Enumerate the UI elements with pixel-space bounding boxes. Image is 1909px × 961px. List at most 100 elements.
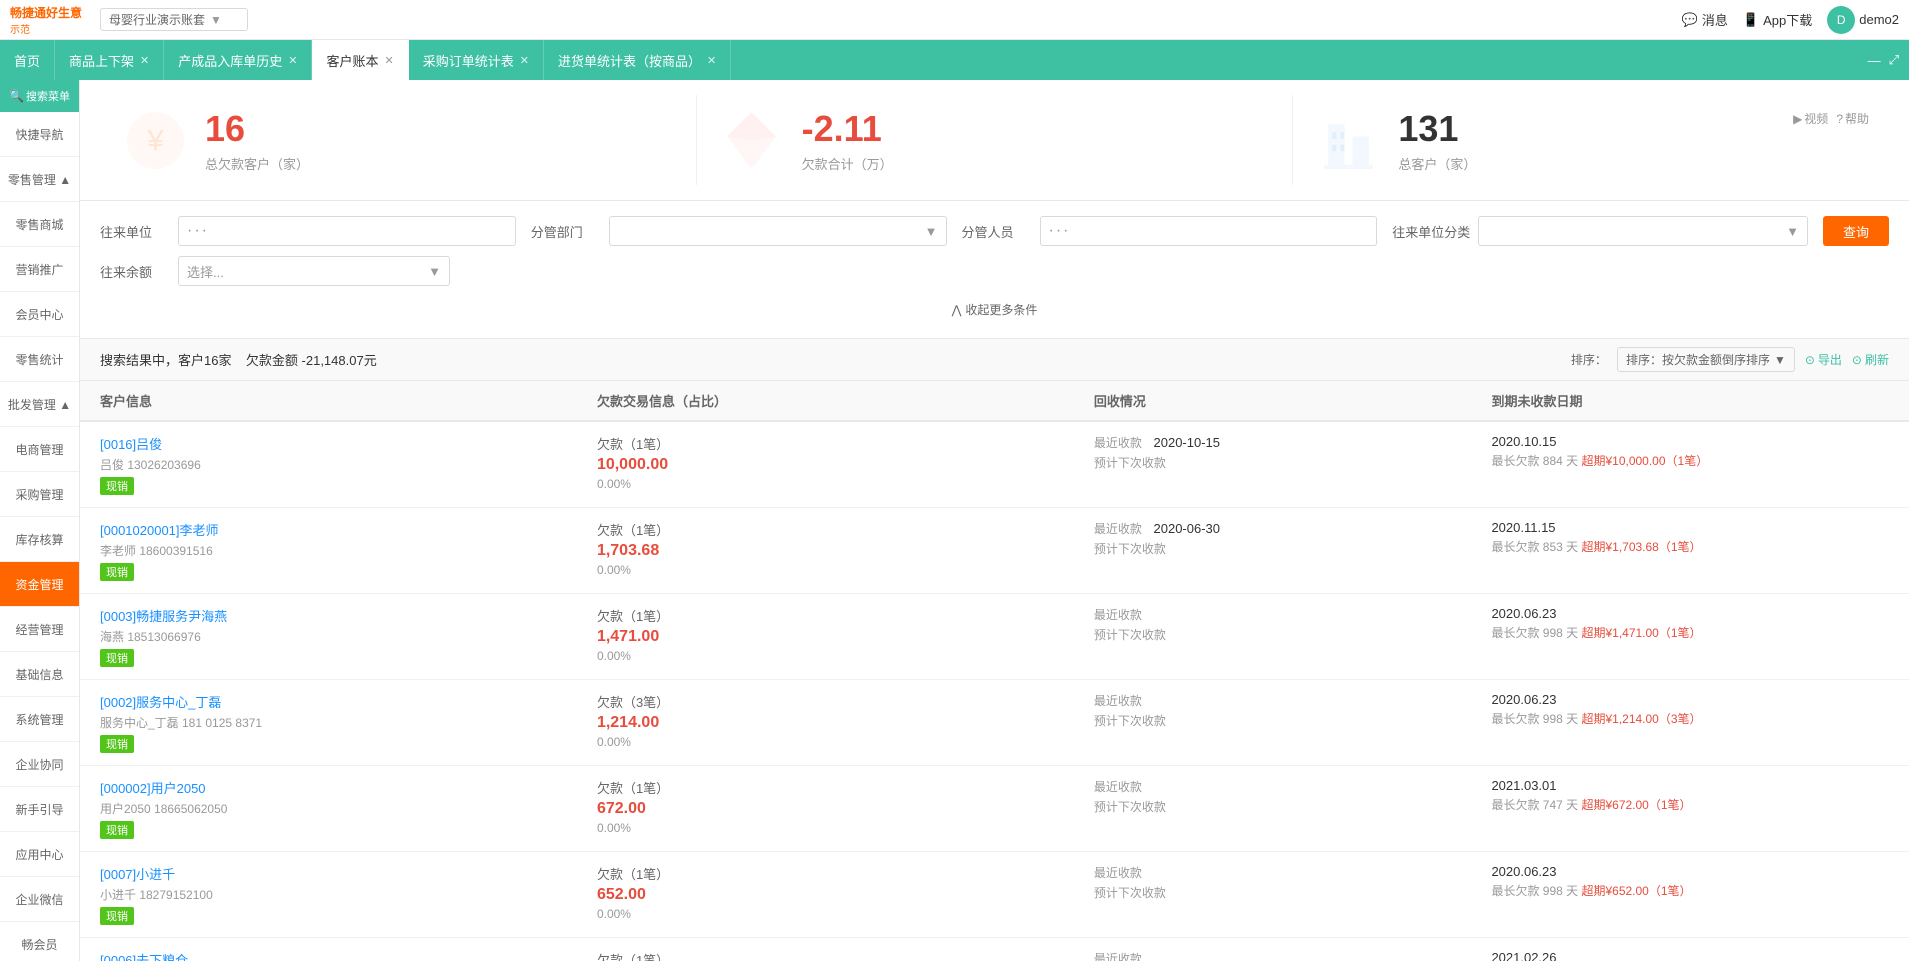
customer-name-1[interactable]: [0001020001]李老师 xyxy=(100,520,597,539)
customer-contact-3: 服务中心_丁磊 181 0125 8371 xyxy=(100,714,597,731)
tab-close-icon[interactable]: ✕ xyxy=(385,54,394,67)
dropdown-icon: ▼ xyxy=(210,13,222,27)
debt-amount-3[interactable]: 1,214.00 xyxy=(597,714,1094,732)
sidebar-item-ecommerce[interactable]: 电商管理 xyxy=(0,427,79,472)
result-bar: 搜索结果中，客户16家 欠款金额 -21,148.07元 排序： 排序：按欠款金… xyxy=(80,339,1909,381)
stat-card-debtors: ¥ 16 总欠款客户（家） xyxy=(100,95,697,185)
user-avatar-area[interactable]: D demo2 xyxy=(1827,6,1899,34)
debt-amount-0[interactable]: 10,000.00 xyxy=(597,456,1094,474)
tab-close-icon[interactable]: ✕ xyxy=(288,54,297,67)
app-download-btn[interactable]: 📱 App下载 xyxy=(1743,10,1812,29)
unit-classify-input[interactable]: ▼ xyxy=(1478,216,1808,246)
sidebar-item-chang-member[interactable]: 畅会员 xyxy=(0,922,79,961)
tab-close-icon[interactable]: ✕ xyxy=(140,54,149,67)
overdue-link-1[interactable]: 超期¥1,703.68（1笔） xyxy=(1581,540,1701,554)
overdue-link-0[interactable]: 超期¥10,000.00（1笔） xyxy=(1581,454,1708,468)
customer-name-2[interactable]: [0003]畅捷服务尹海燕 xyxy=(100,606,597,625)
stat-icon-building xyxy=(1313,105,1383,175)
system-title-area[interactable]: 母婴行业演示账套 ▼ xyxy=(100,8,248,31)
debt-info-5: 欠款（1笔） 652.00 0.00% xyxy=(597,864,1094,921)
table-row: [0003]畅捷服务尹海燕 海燕 18513066976 现销 欠款（1笔） 1… xyxy=(80,594,1909,680)
sidebar-search[interactable]: 🔍 搜索菜单 xyxy=(0,80,79,112)
recovery-info-2: 最近收款 预计下次收款 xyxy=(1094,606,1492,643)
tab-close-icon[interactable]: ✕ xyxy=(520,54,529,67)
debt-amount-5[interactable]: 652.00 xyxy=(597,886,1094,904)
logo-area: 畅捷通好生意 示范 xyxy=(10,4,90,36)
debt-count-6: 欠款（1笔） xyxy=(597,950,1094,961)
header-debt: 欠款交易信息（占比） xyxy=(597,391,1094,410)
customer-info-6: [0006]去下粮仓 陈小希 现销 xyxy=(100,950,597,961)
sidebar-item-retail-mall[interactable]: 零售商城 xyxy=(0,202,79,247)
debt-amount-1[interactable]: 1,703.68 xyxy=(597,542,1094,560)
unit-classify-dropdown-icon: ▼ xyxy=(1786,224,1799,239)
help-btn[interactable]: ? 帮助 xyxy=(1836,110,1869,127)
refresh-btn[interactable]: ⊙ 刷新 xyxy=(1852,351,1889,368)
tab-home[interactable]: 首页 xyxy=(0,40,55,80)
tab-product-history[interactable]: 产成品入库单历史 ✕ xyxy=(164,40,312,80)
dept-dropdown-icon: ▼ xyxy=(925,224,938,239)
customer-name-0[interactable]: [0016]吕俊 xyxy=(100,434,597,453)
top-right-area: 💬 消息 📱 App下载 D demo2 xyxy=(1682,6,1899,34)
result-info: 搜索结果中，客户16家 欠款金额 -21,148.07元 xyxy=(100,350,377,369)
tab-customer-account[interactable]: 客户账本 ✕ xyxy=(312,40,408,80)
debt-amount-4[interactable]: 672.00 xyxy=(597,800,1094,818)
tab-collapse-icon[interactable]: — xyxy=(1868,53,1881,68)
tab-purchase-order[interactable]: 采购订单统计表 ✕ xyxy=(409,40,544,80)
sort-value: 排序：按欠款金额倒序排序 xyxy=(1626,351,1770,368)
overdue-link-2[interactable]: 超期¥1,471.00（1笔） xyxy=(1581,626,1701,640)
message-btn[interactable]: 💬 消息 xyxy=(1682,10,1728,29)
customer-name-3[interactable]: [0002]服务中心_丁磊 xyxy=(100,692,597,711)
debt-percent-0: 0.00% xyxy=(597,477,1094,491)
header-recovery: 回收情况 xyxy=(1094,391,1492,410)
sort-select[interactable]: 排序：按欠款金额倒序排序 ▼ xyxy=(1617,347,1795,372)
customer-name-5[interactable]: [0007]小进千 xyxy=(100,864,597,883)
search-button[interactable]: 查询 xyxy=(1823,216,1889,246)
tab-expand-icon[interactable]: ⤢ xyxy=(1889,52,1899,68)
source-unit-label: 往来单位 xyxy=(100,222,170,241)
sidebar-item-marketing[interactable]: 营销推广 xyxy=(0,247,79,292)
debt-amount-2[interactable]: 1,471.00 xyxy=(597,628,1094,646)
customer-tag-1: 现销 xyxy=(100,563,134,581)
sidebar-item-new-user-guide[interactable]: 新手引导 xyxy=(0,787,79,832)
debt-info-4: 欠款（1笔） 672.00 0.00% xyxy=(597,778,1094,835)
overdue-link-3[interactable]: 超期¥1,214.00（3笔） xyxy=(1581,712,1701,726)
person-input[interactable]: ··· xyxy=(1040,216,1378,246)
sidebar-item-basic-info[interactable]: 基础信息 xyxy=(0,652,79,697)
stat-card-total-customers: 131 总客户（家） ▶ 视频 ? 帮助 xyxy=(1293,95,1889,185)
recovery-next-0: 预计下次收款 xyxy=(1094,454,1492,471)
table-row: [0001020001]李老师 李老师 18600391516 现销 欠款（1笔… xyxy=(80,508,1909,594)
sidebar-item-app-center[interactable]: 应用中心 xyxy=(0,832,79,877)
sidebar-item-system-mgmt[interactable]: 系统管理 xyxy=(0,697,79,742)
tab-close-icon[interactable]: ✕ xyxy=(707,54,716,67)
sidebar-item-finance[interactable]: 资金管理 xyxy=(0,562,79,607)
balance-input[interactable]: 选择... ▼ xyxy=(178,256,450,286)
sidebar-item-inventory[interactable]: 库存核算 xyxy=(0,517,79,562)
source-unit-input[interactable]: ··· xyxy=(178,216,516,246)
customer-name-6[interactable]: [0006]去下粮仓 xyxy=(100,950,597,961)
sidebar-item-wholesale-mgmt[interactable]: 批发管理 ▲ xyxy=(0,382,79,427)
sidebar-item-quick-nav[interactable]: 快捷导航 xyxy=(0,112,79,157)
stat-icon-money: ¥ xyxy=(120,105,190,175)
tab-incoming-stats[interactable]: 进货单统计表（按商品） ✕ xyxy=(544,40,731,80)
tab-product-listing[interactable]: 商品上下架 ✕ xyxy=(55,40,164,80)
sidebar-item-enterprise-wechat[interactable]: 企业微信 xyxy=(0,877,79,922)
unit-classify-label: 往来单位分类 xyxy=(1392,222,1470,241)
sidebar-item-purchase-mgmt[interactable]: 采购管理 xyxy=(0,472,79,517)
sidebar-item-retail-mgmt[interactable]: 零售管理 ▲ xyxy=(0,157,79,202)
collapse-btn[interactable]: ⋀ 收起更多条件 xyxy=(100,296,1889,323)
dept-input[interactable]: ▼ xyxy=(609,216,947,246)
customer-tag-0: 现销 xyxy=(100,477,134,495)
export-btn[interactable]: ⊙ 导出 xyxy=(1805,351,1842,368)
sidebar-item-enterprise-collab[interactable]: 企业协同 xyxy=(0,742,79,787)
recovery-info-6: 最近收款 预计下次收款 xyxy=(1094,950,1492,961)
customer-name-4[interactable]: [000002]用户2050 xyxy=(100,778,597,797)
table-row: [0007]小进千 小进千 18279152100 现销 欠款（1笔） 652.… xyxy=(80,852,1909,938)
stat-value-debtors: 16 xyxy=(205,108,309,150)
video-help-btn[interactable]: ▶ 视频 xyxy=(1793,110,1828,127)
sidebar-item-operations[interactable]: 经营管理 xyxy=(0,607,79,652)
sidebar-item-retail-stats[interactable]: 零售统计 xyxy=(0,337,79,382)
overdue-info-2: 2020.06.23 最长欠款 998 天 超期¥1,471.00（1笔） xyxy=(1491,606,1889,641)
overdue-link-4[interactable]: 超期¥672.00（1笔） xyxy=(1581,798,1691,812)
overdue-link-5[interactable]: 超期¥652.00（1笔） xyxy=(1581,884,1691,898)
sidebar-item-member-center[interactable]: 会员中心 xyxy=(0,292,79,337)
